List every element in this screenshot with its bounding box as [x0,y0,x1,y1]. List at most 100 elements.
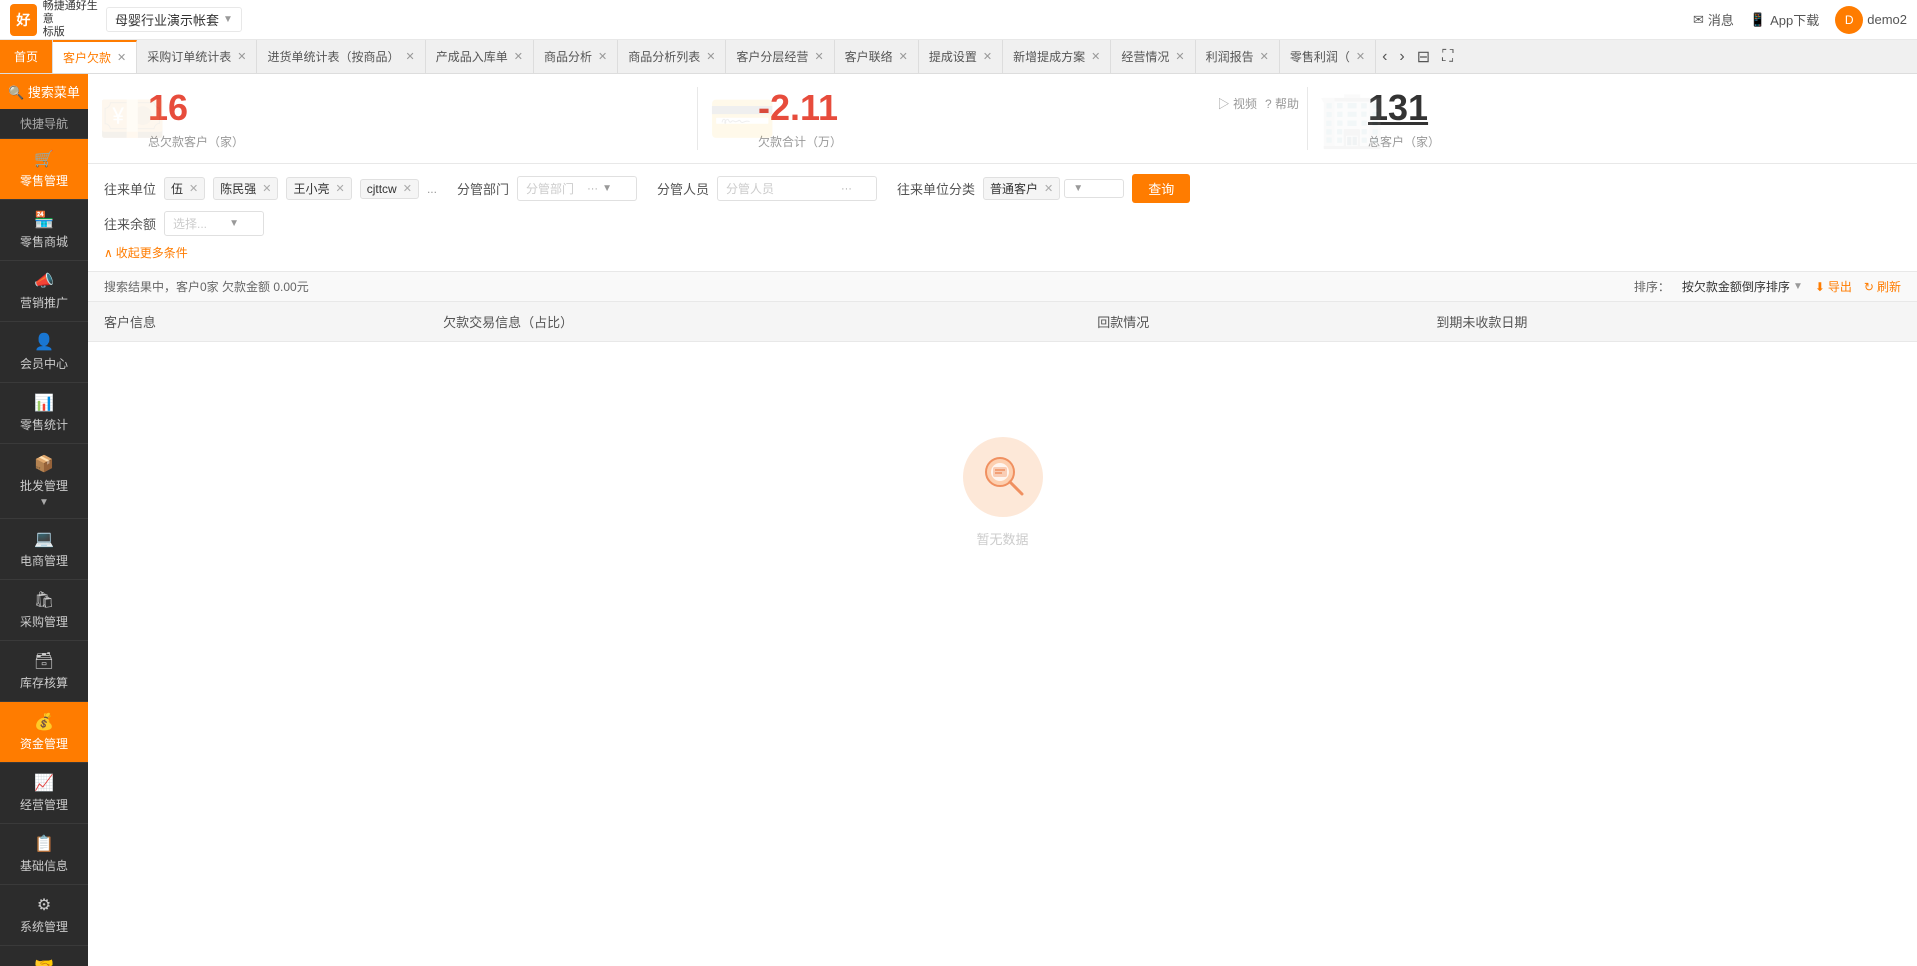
top-bar-left: 好 畅捷通好生意 标版 母婴行业演示帐套 ▼ [10,0,242,39]
tab-goods[interactable]: 商品分析 ✕ [534,40,618,74]
help-btn[interactable]: ? 帮助 [1265,95,1299,112]
video-btn[interactable]: ▷ 视频 [1218,95,1257,112]
refresh-icon: ↻ [1864,280,1874,294]
sidebar-item-system[interactable]: ⚙ 系统管理 [0,885,88,946]
tab-close-commission-new[interactable]: ✕ [1091,50,1100,63]
tab-close-product[interactable]: ✕ [514,50,523,63]
tag-close-chen[interactable]: ✕ [262,182,271,195]
org-selector[interactable]: 母婴行业演示帐套 ▼ [106,7,242,32]
sidebar-search[interactable]: 🔍 搜索菜单 [0,74,88,109]
tab-fullscreen-btn[interactable]: ⛶ [1436,48,1459,66]
tab-close-goods-list[interactable]: ✕ [706,50,715,63]
management-icon: 📈 [34,773,54,793]
tab-close-arrears[interactable]: ✕ [117,51,126,64]
stats-bar: 💴 16 总欠款客户（家） 💳 -2.11 欠款合计（万） ▷ 视频 ? 帮助 [88,74,1917,164]
tab-commission-new[interactable]: 新增提成方案 ✕ [1003,40,1111,74]
retail-icon: 🛒 [34,149,54,169]
sidebar-quick-nav[interactable]: 快捷导航 [0,109,88,139]
sidebar-item-inventory[interactable]: 🗃 库存核算 [0,641,88,702]
tab-arrears[interactable]: 客户欠款 ✕ [53,40,137,74]
balance-filter-select[interactable]: 选择... ▼ [164,211,264,236]
tab-close-customer-layer[interactable]: ✕ [814,50,823,63]
tab-home[interactable]: 首页 [0,40,53,74]
result-actions: 排序： 按欠款金额倒序排序 ▼ ⬇ 导出 ↻ 刷新 [1634,278,1901,295]
wholesale-icon: 📦 [34,454,54,474]
message-button[interactable]: ✉ 消息 [1693,10,1734,29]
tag-close-wang[interactable]: ✕ [336,182,345,195]
avatar: D [1835,6,1863,34]
sidebar-item-wholesale[interactable]: 📦 批发管理 ▼ [0,444,88,519]
sidebar-item-finance[interactable]: 💰 资金管理 [0,702,88,763]
enterprise-icon: 🤝 [34,956,54,966]
col-repayment: 回款情况 [1081,302,1420,342]
tab-prev-btn[interactable]: ‹ [1376,48,1393,66]
tag-close-normal-customer[interactable]: ✕ [1044,182,1053,195]
top-bar: 好 畅捷通好生意 标版 母婴行业演示帐套 ▼ ✉ 消息 📱 App下载 D de… [0,0,1917,40]
sort-dropdown-icon: ▼ [1793,281,1803,292]
sort-select[interactable]: 按欠款金额倒序排序 ▼ [1682,278,1803,295]
sidebar-item-marketing[interactable]: 📣 营销推广 [0,261,88,322]
export-button[interactable]: ⬇ 导出 [1815,278,1852,295]
tab-close-purchase[interactable]: ✕ [237,50,246,63]
tab-product[interactable]: 产成品入库单 ✕ [426,40,534,74]
top-bar-right: ✉ 消息 📱 App下载 D demo2 [1693,6,1907,34]
tab-commission[interactable]: 提成设置 ✕ [919,40,1003,74]
download-icon: 📱 [1750,12,1766,28]
dept-filter-select[interactable]: 分管部门 ··· ▼ [517,176,637,201]
app-download-button[interactable]: 📱 App下载 [1750,10,1819,29]
query-button[interactable]: 查询 [1132,174,1190,203]
sort-label: 排序： [1634,278,1670,295]
col-due-date: 到期未收款日期 [1420,302,1917,342]
tab-retail-profit[interactable]: 零售利润（ ✕ [1280,40,1376,74]
tab-close-customer-contact[interactable]: ✕ [899,50,908,63]
sidebar-item-purchase[interactable]: 🛍 采购管理 [0,580,88,641]
unit-class-filter-label: 往来单位分类 [897,179,975,198]
tab-next-btn[interactable]: › [1393,48,1410,66]
sidebar-item-mall[interactable]: 🏪 零售商城 [0,200,88,261]
filter-area: 往来单位 伍 ✕ 陈民强 ✕ 王小亮 ✕ cjttcw ✕ ... [88,164,1917,272]
sidebar-item-member[interactable]: 👤 会员中心 [0,322,88,383]
dept-dropdown-icon: ▼ [602,183,612,194]
export-icon: ⬇ [1815,280,1825,294]
tab-purchase[interactable]: 采购订单统计表 ✕ [137,40,257,74]
sidebar-item-retail-stats[interactable]: 📊 零售统计 [0,383,88,444]
tab-customer-layer[interactable]: 客户分层经营 ✕ [726,40,834,74]
tab-menu-btn[interactable]: ⊟ [1411,47,1436,67]
main-layout: 🔍 搜索菜单 快捷导航 🛒 零售管理 🏪 零售商城 📣 营销推广 👤 会员中心 … [0,74,1917,966]
tab-close-profit[interactable]: ✕ [1260,50,1269,63]
person-filter-select[interactable]: 分管人员 ··· [717,176,877,201]
stat-total-all-customers: 🏢 131 总客户（家） [1308,87,1917,150]
person-filter-label: 分管人员 [657,179,709,198]
sidebar-item-management[interactable]: 📈 经营管理 [0,763,88,824]
tab-customer-contact[interactable]: 客户联络 ✕ [835,40,919,74]
tab-close-commission[interactable]: ✕ [983,50,992,63]
tag-close-wu[interactable]: ✕ [189,182,198,195]
balance-filter-label: 往来余额 [104,214,156,233]
tab-close-retail-profit[interactable]: ✕ [1356,50,1365,63]
sidebar-item-retail[interactable]: 🛒 零售管理 [0,139,88,200]
tab-profit[interactable]: 利润报告 ✕ [1196,40,1280,74]
inventory-icon: 🗃 [34,651,54,671]
stat-total-arrears: 💳 -2.11 欠款合计（万） ▷ 视频 ? 帮助 [698,87,1308,150]
tab-close-stock[interactable]: ✕ [406,50,415,63]
basic-info-icon: 📋 [34,834,54,854]
message-icon: ✉ [1693,12,1704,28]
tab-stock[interactable]: 进货单统计表（按商品） ✕ [257,40,425,74]
purchase-icon: 🛍 [34,590,54,610]
tag-close-cjttcw[interactable]: ✕ [403,182,412,195]
collapse-button[interactable]: ∧ 收起更多条件 [104,244,1901,261]
filter-more-tags[interactable]: ... [427,182,437,196]
user-profile[interactable]: D demo2 [1835,6,1907,34]
org-dropdown-icon: ▼ [223,14,233,25]
refresh-button[interactable]: ↻ 刷新 [1864,278,1901,295]
tab-operation[interactable]: 经营情况 ✕ [1111,40,1195,74]
tab-goods-list[interactable]: 商品分析列表 ✕ [618,40,726,74]
marketing-icon: 📣 [34,271,54,291]
sidebar-item-enterprise[interactable]: 🤝 企业协同 [0,946,88,966]
tab-close-goods[interactable]: ✕ [598,50,607,63]
tab-close-operation[interactable]: ✕ [1175,50,1184,63]
sidebar-item-basic-info[interactable]: 📋 基础信息 [0,824,88,885]
unit-class-dropdown[interactable]: ▼ [1064,179,1124,198]
sidebar-item-ecommerce[interactable]: 💻 电商管理 [0,519,88,580]
col-customer-info: 客户信息 [88,302,427,342]
